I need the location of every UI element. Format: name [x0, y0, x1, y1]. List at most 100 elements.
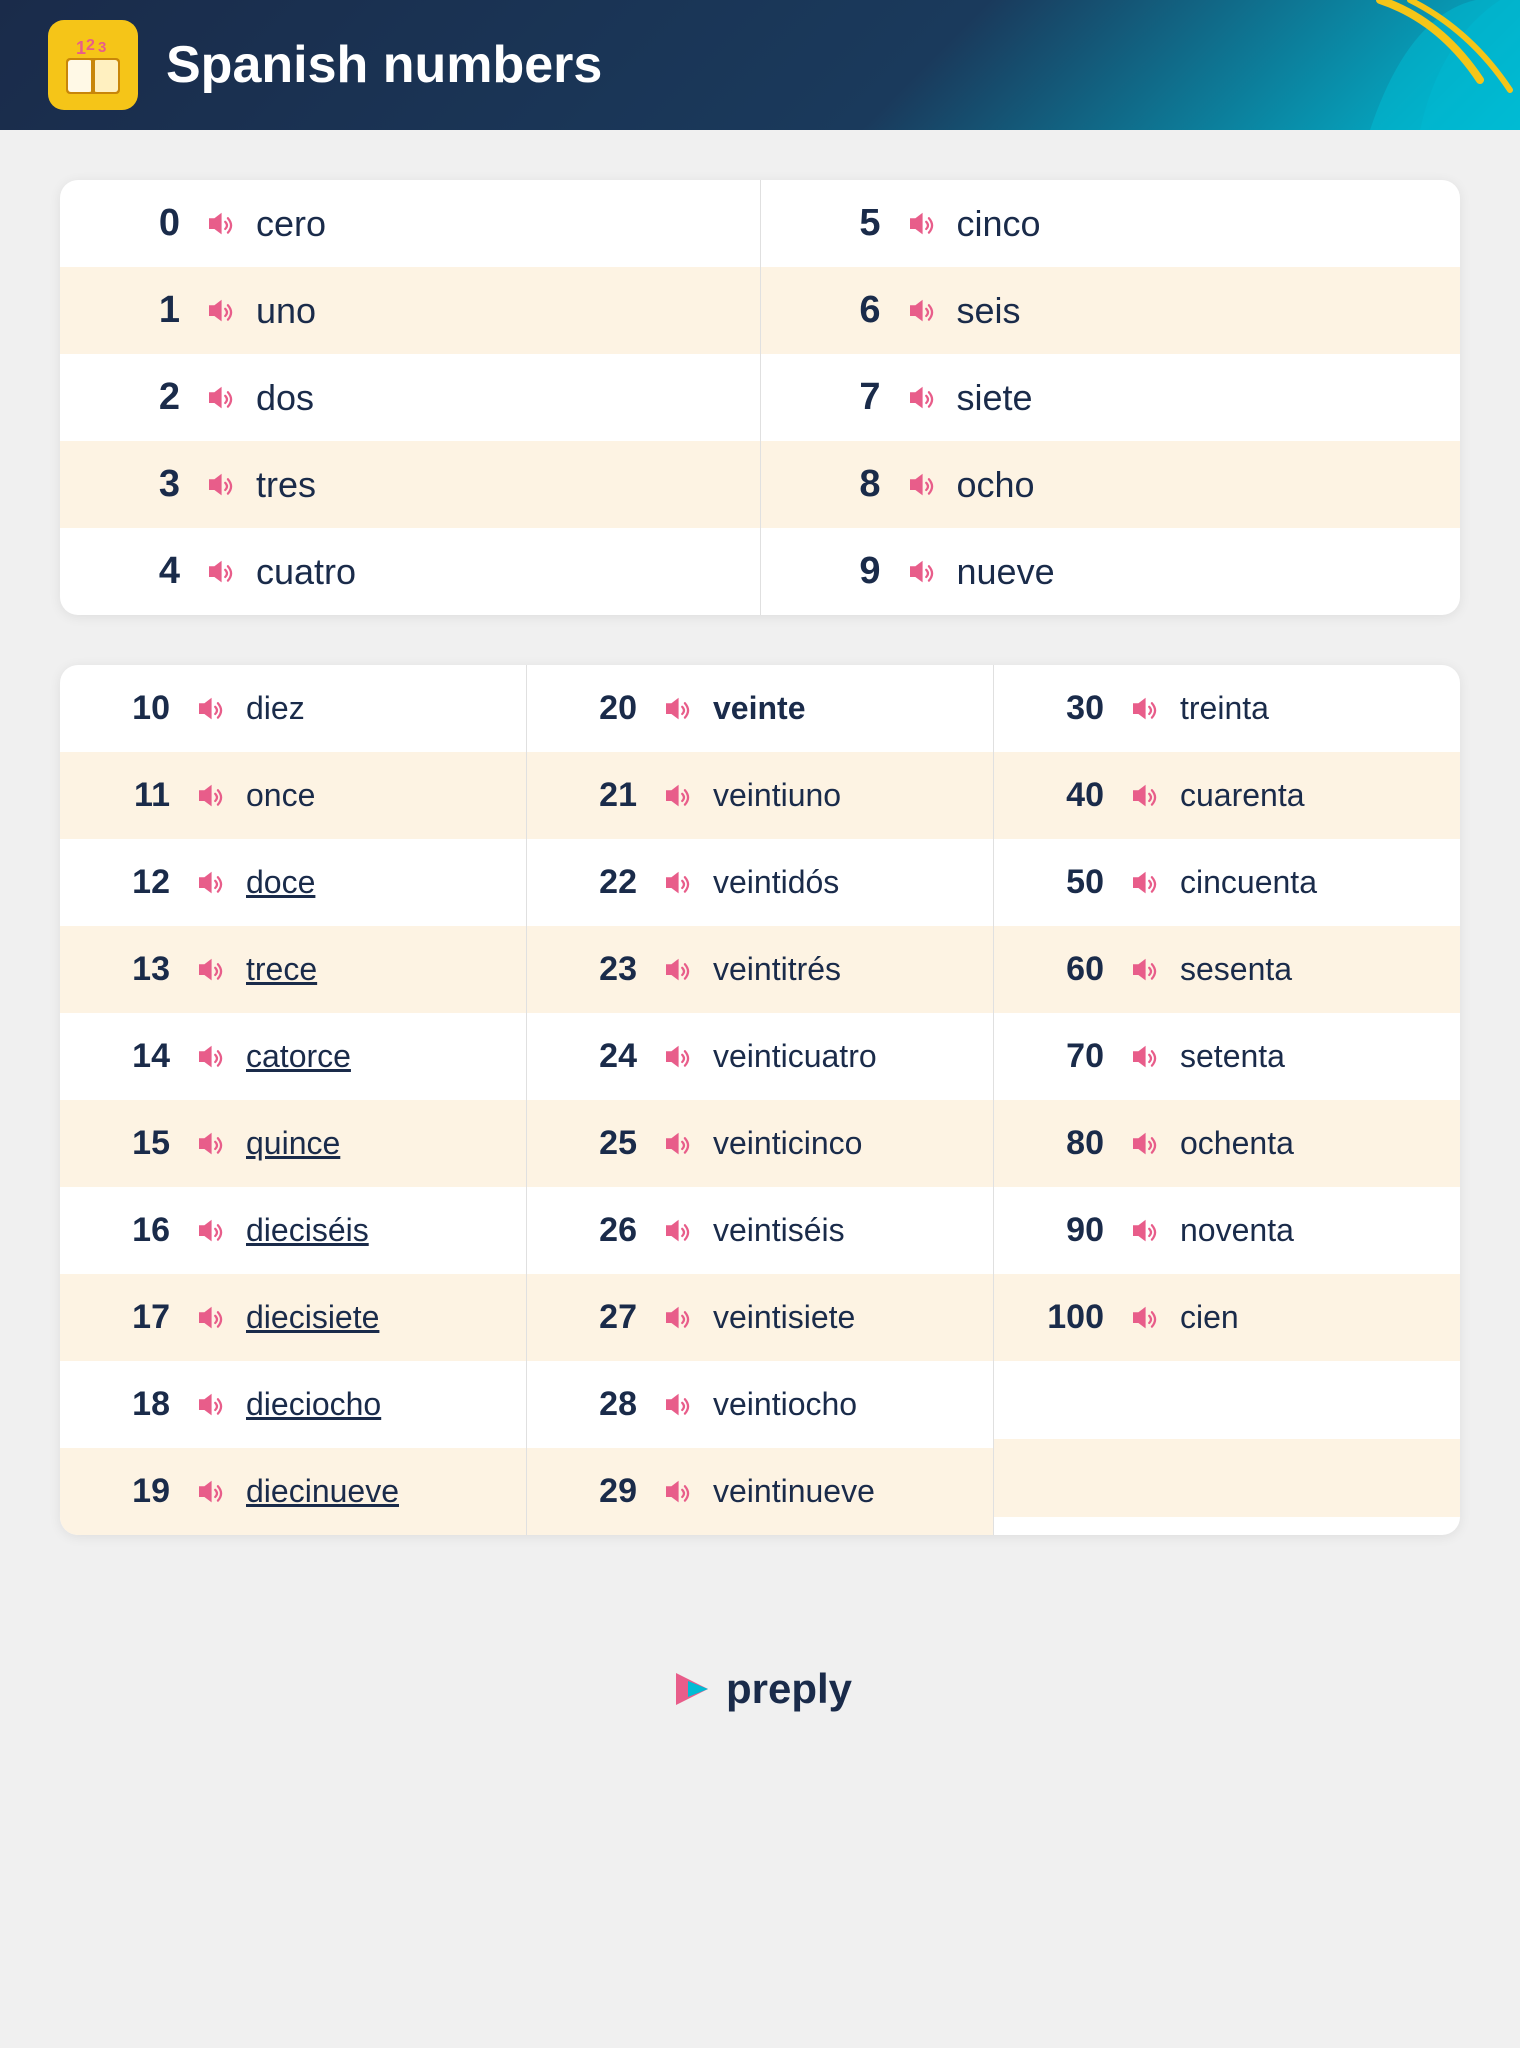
table-row: 28 veintiocho [527, 1361, 993, 1448]
word-cell: cuatro [256, 551, 356, 593]
number-cell: 17 [100, 1298, 170, 1337]
sound-icon[interactable] [190, 1209, 226, 1252]
sound-icon[interactable] [1124, 774, 1160, 817]
word-cell: setenta [1180, 1038, 1285, 1075]
sound-icon[interactable] [190, 948, 226, 991]
table-row: 25 veinticinco [527, 1100, 993, 1187]
number-cell: 15 [100, 1124, 170, 1163]
number-cell: 10 [100, 689, 170, 728]
table-10-100: 10 diez 11 once 12 doce 13 [60, 665, 1460, 1535]
sound-icon[interactable] [657, 1035, 693, 1078]
number-cell: 29 [567, 1472, 637, 1511]
preply-logo: preply [668, 1665, 852, 1713]
sound-icon[interactable] [190, 1383, 226, 1426]
sound-icon[interactable] [657, 1383, 693, 1426]
table-row: 8 ocho [761, 441, 1461, 528]
table-row: 50 cincuenta [994, 839, 1460, 926]
sound-icon[interactable] [190, 687, 226, 730]
sound-icon[interactable] [657, 687, 693, 730]
sound-icon[interactable] [901, 550, 937, 593]
sound-icon[interactable] [657, 1209, 693, 1252]
number-cell: 13 [100, 950, 170, 989]
sound-icon[interactable] [1124, 1122, 1160, 1165]
sound-icon[interactable] [1124, 861, 1160, 904]
sound-icon[interactable] [657, 948, 693, 991]
sound-icon[interactable] [901, 376, 937, 419]
word-cell: nueve [957, 551, 1055, 593]
word-cell: veinticuatro [713, 1038, 877, 1075]
number-cell: 12 [100, 863, 170, 902]
table-row: 14 catorce [60, 1013, 526, 1100]
sound-icon[interactable] [200, 202, 236, 245]
word-cell: cinco [957, 203, 1041, 245]
col-right-5-9: 5 cinco 6 seis 7 siete 8 [761, 180, 1461, 615]
number-cell: 4 [100, 550, 180, 593]
svg-text:2: 2 [86, 37, 95, 54]
number-cell: 23 [567, 950, 637, 989]
svg-text:1: 1 [76, 38, 86, 58]
number-cell: 22 [567, 863, 637, 902]
word-cell: sesenta [1180, 951, 1292, 988]
table-row: 4 cuatro [60, 528, 760, 615]
sound-icon[interactable] [1124, 1296, 1160, 1339]
table-row: 5 cinco [761, 180, 1461, 267]
sound-icon[interactable] [901, 289, 937, 332]
table-row: 6 seis [761, 267, 1461, 354]
sound-icon[interactable] [1124, 948, 1160, 991]
sound-icon[interactable] [657, 1470, 693, 1513]
sound-icon[interactable] [657, 861, 693, 904]
sound-icon[interactable] [200, 550, 236, 593]
sound-icon[interactable] [200, 289, 236, 332]
number-cell: 21 [567, 776, 637, 815]
table-row: 11 once [60, 752, 526, 839]
sound-icon[interactable] [190, 1296, 226, 1339]
number-cell: 20 [567, 689, 637, 728]
word-cell: uno [256, 290, 316, 332]
number-cell: 60 [1034, 950, 1104, 989]
table-row: 80 ochenta [994, 1100, 1460, 1187]
word-cell: cincuenta [1180, 864, 1317, 901]
table-row: 100 cien [994, 1274, 1460, 1361]
brand-name: preply [726, 1665, 852, 1713]
table-row: 21 veintiuno [527, 752, 993, 839]
table-row: 22 veintidós [527, 839, 993, 926]
word-cell: trece [246, 951, 317, 988]
table-row: 29 veintinueve [527, 1448, 993, 1535]
table-row: 40 cuarenta [994, 752, 1460, 839]
word-cell: veintiocho [713, 1386, 857, 1423]
sound-icon[interactable] [1124, 687, 1160, 730]
word-cell: noventa [1180, 1212, 1294, 1249]
table-row: 24 veinticuatro [527, 1013, 993, 1100]
sound-icon[interactable] [901, 202, 937, 245]
sound-icon[interactable] [200, 376, 236, 419]
sound-icon[interactable] [190, 1122, 226, 1165]
number-cell: 25 [567, 1124, 637, 1163]
table-row: 0 cero [60, 180, 760, 267]
table-0-9: 0 cero 1 uno 2 dos 3 [60, 180, 1460, 615]
sound-icon[interactable] [901, 463, 937, 506]
word-cell: dieciséis [246, 1212, 369, 1249]
sound-icon[interactable] [190, 861, 226, 904]
word-cell: cuarenta [1180, 777, 1305, 814]
number-cell: 11 [100, 776, 170, 815]
sound-icon[interactable] [190, 774, 226, 817]
word-cell: cero [256, 203, 326, 245]
number-cell: 0 [100, 202, 180, 245]
sound-icon[interactable] [1124, 1035, 1160, 1078]
word-cell: cien [1180, 1299, 1239, 1336]
sound-icon[interactable] [657, 1296, 693, 1339]
sound-icon[interactable] [190, 1035, 226, 1078]
table-row: 12 doce [60, 839, 526, 926]
number-cell: 18 [100, 1385, 170, 1424]
svg-text:3: 3 [98, 39, 106, 56]
sound-icon[interactable] [1124, 1209, 1160, 1252]
preply-icon [668, 1665, 716, 1713]
number-cell: 2 [100, 376, 180, 419]
word-cell: seis [957, 290, 1021, 332]
sound-icon[interactable] [657, 1122, 693, 1165]
sound-icon[interactable] [657, 774, 693, 817]
word-cell: doce [246, 864, 315, 901]
sound-icon[interactable] [200, 463, 236, 506]
word-cell: tres [256, 464, 316, 506]
sound-icon[interactable] [190, 1470, 226, 1513]
